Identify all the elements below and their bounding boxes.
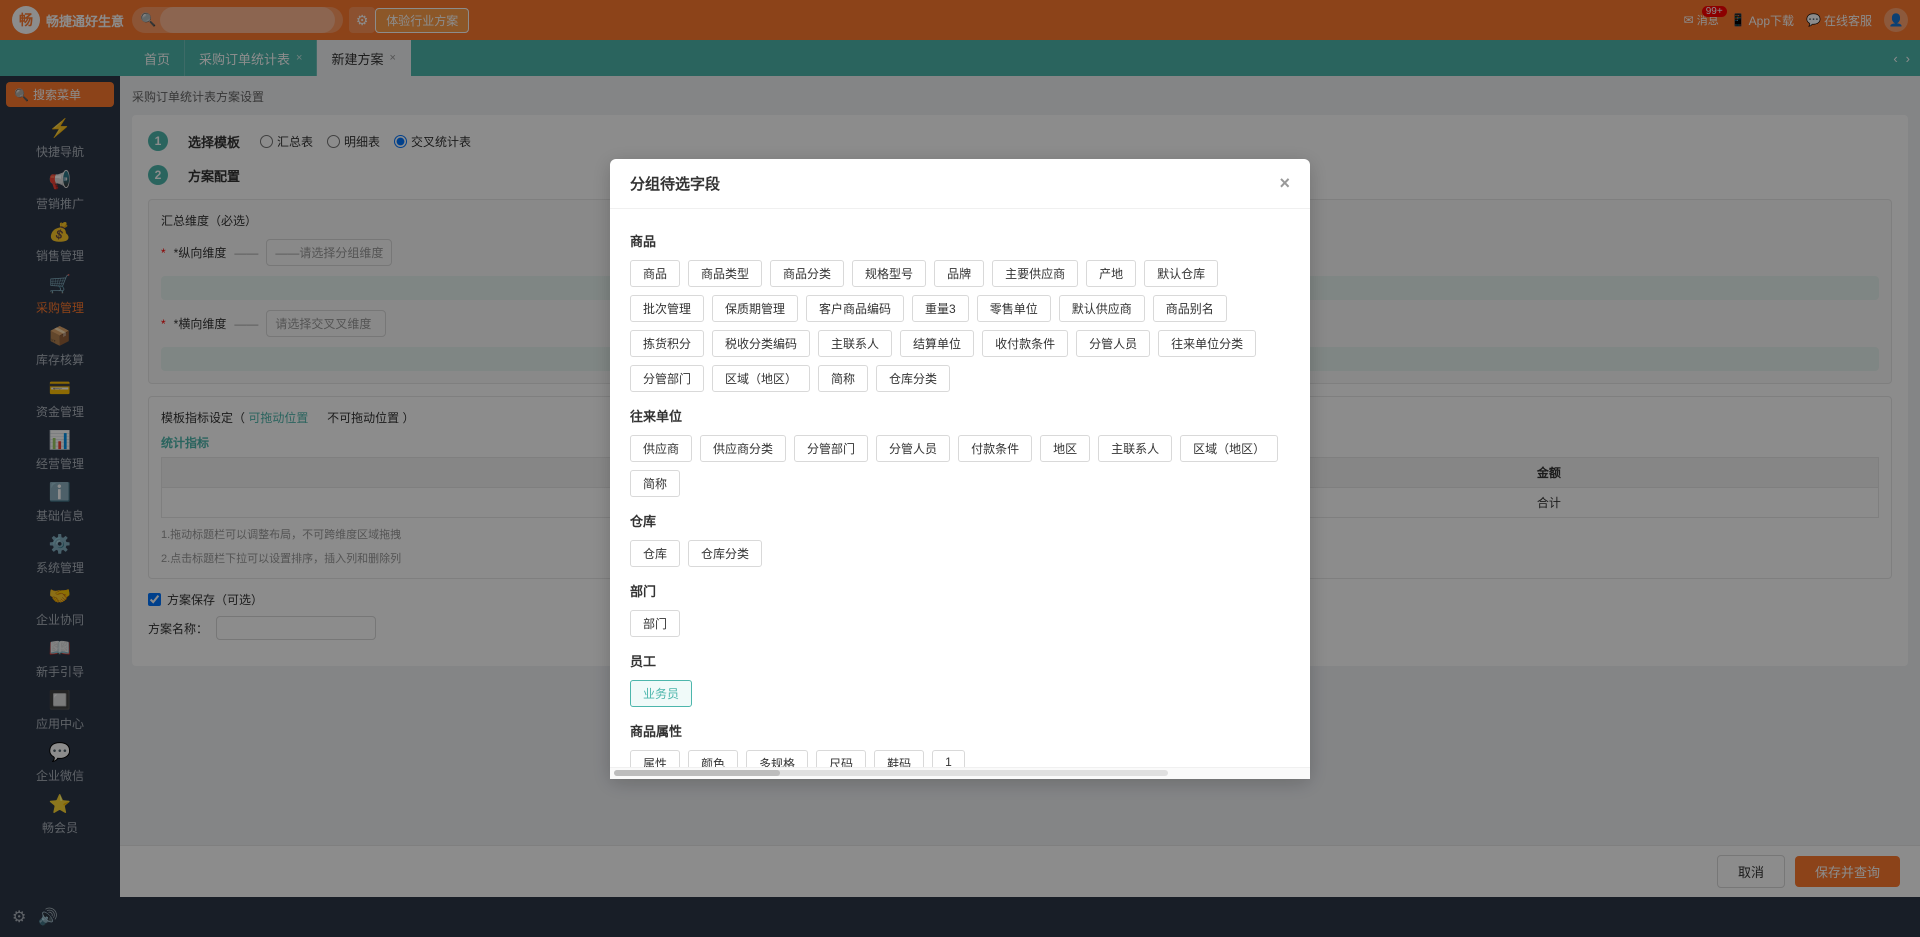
field-chip-0-9[interactable]: 保质期管理: [712, 295, 798, 322]
dialog-section-title-0: 商品: [630, 231, 1290, 250]
dialog-section-title-3: 部门: [630, 581, 1290, 600]
field-chip-0-14[interactable]: 商品别名: [1153, 295, 1227, 322]
field-chip-5-0[interactable]: 属性: [630, 750, 680, 768]
field-chip-0-8[interactable]: 批次管理: [630, 295, 704, 322]
dialog-overlay: 分组待选字段 × 商品商品商品类型商品分类规格型号品牌主要供应商产地默认仓库批次…: [0, 0, 1920, 937]
field-chip-0-11[interactable]: 重量3: [912, 295, 969, 322]
dialog-section-title-4: 员工: [630, 651, 1290, 670]
field-chip-0-5[interactable]: 主要供应商: [992, 260, 1078, 287]
dialog-chips-group-5: 属性颜色多规格尺码鞋码 1: [630, 750, 1290, 768]
field-chip-0-0[interactable]: 商品: [630, 260, 680, 287]
field-chip-1-2[interactable]: 分管部门: [794, 435, 868, 462]
field-chip-5-5[interactable]: 1: [932, 750, 965, 768]
field-chip-0-24[interactable]: 简称: [818, 365, 868, 392]
dialog-close-btn[interactable]: ×: [1279, 173, 1290, 194]
dialog-section-title-1: 往来单位: [630, 406, 1290, 425]
field-chip-5-1[interactable]: 颜色: [688, 750, 738, 768]
field-chip-1-8[interactable]: 简称: [630, 470, 680, 497]
field-chip-1-3[interactable]: 分管人员: [876, 435, 950, 462]
field-chip-0-4[interactable]: 品牌: [934, 260, 984, 287]
field-chip-0-10[interactable]: 客户商品编码: [806, 295, 904, 322]
field-chip-0-22[interactable]: 分管部门: [630, 365, 704, 392]
field-chip-1-7[interactable]: 区域（地区）: [1180, 435, 1278, 462]
dialog-section-title-5: 商品属性: [630, 721, 1290, 740]
dialog-title: 分组待选字段: [630, 173, 720, 194]
dialog-body: 商品商品商品类型商品分类规格型号品牌主要供应商产地默认仓库批次管理保质期管理客户…: [610, 209, 1310, 768]
field-chip-1-1[interactable]: 供应商分类: [700, 435, 786, 462]
dialog-section-title-2: 仓库: [630, 511, 1290, 530]
field-chip-0-15[interactable]: 拣货积分: [630, 330, 704, 357]
field-chip-3-0[interactable]: 部门: [630, 610, 680, 637]
dialog-chips-group-4: 业务员: [630, 680, 1290, 707]
field-chip-0-7[interactable]: 默认仓库: [1144, 260, 1218, 287]
field-chip-0-13[interactable]: 默认供应商: [1059, 295, 1145, 322]
field-chip-0-2[interactable]: 商品分类: [770, 260, 844, 287]
field-chip-1-0[interactable]: 供应商: [630, 435, 692, 462]
field-chip-2-0[interactable]: 仓库: [630, 540, 680, 567]
field-chip-0-17[interactable]: 主联系人: [818, 330, 892, 357]
dialog-chips-group-3: 部门: [630, 610, 1290, 637]
field-chip-5-4[interactable]: 鞋码: [874, 750, 924, 768]
field-chip-1-4[interactable]: 付款条件: [958, 435, 1032, 462]
field-chip-0-3[interactable]: 规格型号: [852, 260, 926, 287]
field-chip-0-25[interactable]: 仓库分类: [876, 365, 950, 392]
field-chip-5-3[interactable]: 尺码: [816, 750, 866, 768]
field-chip-0-12[interactable]: 零售单位: [977, 295, 1051, 322]
field-chip-4-0[interactable]: 业务员: [630, 680, 692, 707]
field-chip-0-1[interactable]: 商品类型: [688, 260, 762, 287]
dialog-chips-group-0: 商品商品类型商品分类规格型号品牌主要供应商产地默认仓库批次管理保质期管理客户商品…: [630, 260, 1290, 392]
field-chip-2-1[interactable]: 仓库分类: [688, 540, 762, 567]
field-chip-0-18[interactable]: 结算单位: [900, 330, 974, 357]
field-select-dialog: 分组待选字段 × 商品商品商品类型商品分类规格型号品牌主要供应商产地默认仓库批次…: [610, 159, 1310, 779]
dialog-chips-group-2: 仓库仓库分类: [630, 540, 1290, 567]
dialog-chips-group-1: 供应商供应商分类分管部门分管人员付款条件地区主联系人区域（地区） 简称: [630, 435, 1290, 497]
field-chip-0-21[interactable]: 往来单位分类: [1158, 330, 1256, 357]
field-chip-1-5[interactable]: 地区: [1040, 435, 1090, 462]
field-chip-0-20[interactable]: 分管人员: [1076, 330, 1150, 357]
field-chip-0-16[interactable]: 税收分类编码: [712, 330, 810, 357]
field-chip-0-19[interactable]: 收付款条件: [982, 330, 1068, 357]
field-chip-0-23[interactable]: 区域（地区）: [712, 365, 810, 392]
field-chip-5-2[interactable]: 多规格: [746, 750, 808, 768]
dialog-scrollbar-x: [610, 767, 1310, 778]
field-chip-1-6[interactable]: 主联系人: [1098, 435, 1172, 462]
dialog-header: 分组待选字段 ×: [610, 159, 1310, 209]
field-chip-0-6[interactable]: 产地: [1086, 260, 1136, 287]
